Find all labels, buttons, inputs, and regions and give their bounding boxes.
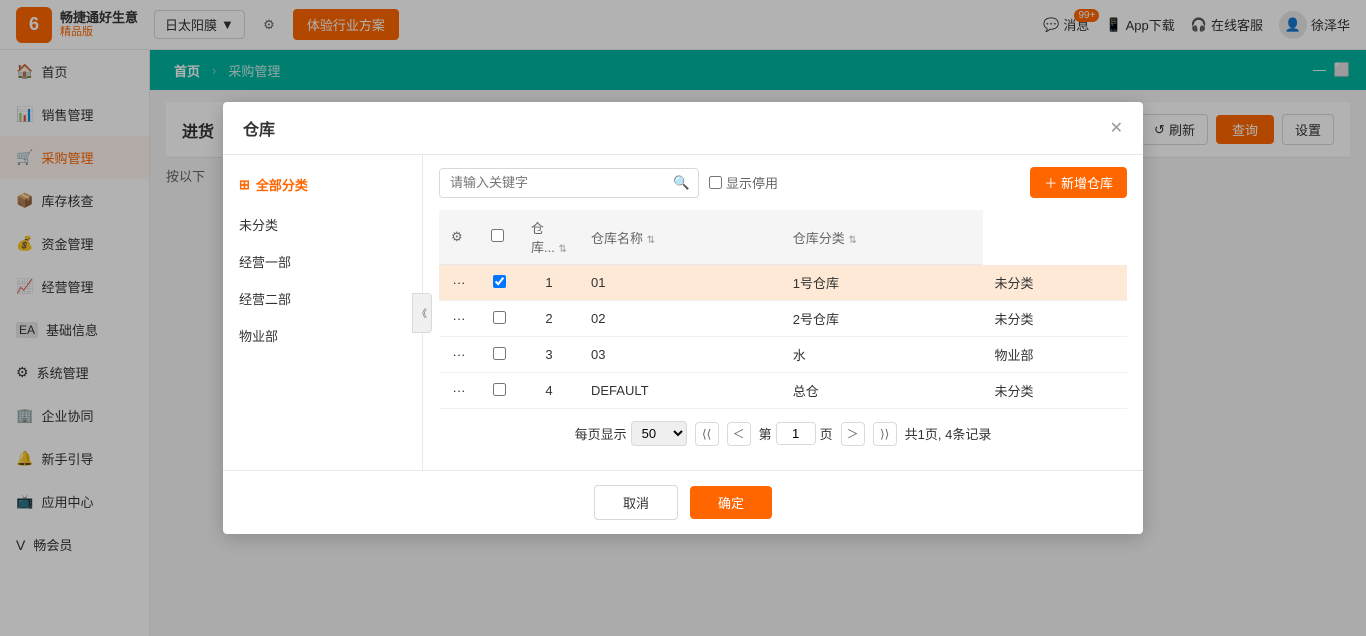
modal-title: 仓库 (243, 116, 275, 140)
right-panel: 🔍 显示停用 ＋ 新增仓库 ⚙ (423, 155, 1143, 470)
th-settings: ⚙ (439, 210, 479, 265)
page-size-dropdown[interactable]: 102050100 (631, 421, 687, 446)
row-num: 1 (519, 265, 579, 301)
row-category: 未分类 (983, 301, 1127, 337)
th-category[interactable]: 仓库分类 ⇅ (781, 210, 983, 265)
row-name: 水 (781, 337, 983, 373)
next-page-button[interactable]: ＞ (841, 422, 865, 446)
search-input[interactable] (440, 169, 665, 196)
warehouse-modal: 仓库 ✕ ⊞ 全部分类 未分类 经营一部 经营二部 物业部 《 (223, 102, 1143, 534)
category-item-op1[interactable]: 经营一部 (223, 243, 422, 280)
cancel-button[interactable]: 取消 (594, 485, 678, 520)
pagination: 每页显示 102050100 ⟨⟨ ＜ 第 页 ＞ ⟩⟩ 共1页, 4条记录 (439, 409, 1127, 458)
category-item-op2[interactable]: 经营二部 (223, 280, 422, 317)
modal-overlay: 仓库 ✕ ⊞ 全部分类 未分类 经营一部 经营二部 物业部 《 (0, 0, 1366, 636)
page-input: 第 页 (759, 422, 833, 445)
search-button[interactable]: 🔍 (665, 169, 698, 197)
row-options[interactable]: ··· (439, 301, 479, 337)
row-options[interactable]: ··· (439, 337, 479, 373)
row-category: 物业部 (983, 337, 1127, 373)
table-row[interactable]: ··· 3 03 水 物业部 (439, 337, 1127, 373)
page-size-select: 每页显示 102050100 (575, 421, 687, 446)
show-disabled-label[interactable]: 显示停用 (709, 173, 778, 192)
row-name: 1号仓库 (781, 265, 983, 301)
row-category: 未分类 (983, 265, 1127, 301)
new-warehouse-button[interactable]: ＋ 新增仓库 (1030, 167, 1127, 198)
modal-body: ⊞ 全部分类 未分类 经营一部 经营二部 物业部 《 🔍 (223, 155, 1143, 470)
row-category: 未分类 (983, 373, 1127, 409)
warehouse-table: ⚙ 仓库... ⇅ 仓库名称 ⇅ (439, 210, 1127, 409)
row-checkbox[interactable] (479, 301, 519, 337)
row-code: 02 (579, 301, 781, 337)
row-num: 3 (519, 337, 579, 373)
modal-close-button[interactable]: ✕ (1110, 118, 1123, 138)
th-checkbox (479, 210, 519, 265)
table-row[interactable]: ··· 2 02 2号仓库 未分类 (439, 301, 1127, 337)
th-name[interactable]: 仓库名称 ⇅ (579, 210, 781, 265)
search-box: 🔍 (439, 168, 699, 198)
row-code: DEFAULT (579, 373, 781, 409)
toolbar: 🔍 显示停用 ＋ 新增仓库 (439, 167, 1127, 198)
row-num: 4 (519, 373, 579, 409)
row-checkbox[interactable] (479, 265, 519, 301)
first-page-button[interactable]: ⟨⟨ (695, 422, 719, 446)
category-item-property[interactable]: 物业部 (223, 317, 422, 354)
table-row[interactable]: ··· 4 DEFAULT 总仓 未分类 (439, 373, 1127, 409)
table-scroll: ⚙ 仓库... ⇅ 仓库名称 ⇅ (439, 210, 1127, 409)
category-header: ⊞ 全部分类 (223, 167, 422, 206)
row-code: 03 (579, 337, 781, 373)
page-number-input[interactable] (776, 422, 816, 445)
show-disabled-checkbox[interactable] (709, 176, 722, 189)
row-name: 2号仓库 (781, 301, 983, 337)
grid-icon: ⊞ (239, 177, 250, 193)
collapse-panel-button[interactable]: 《 (412, 293, 432, 333)
row-checkbox[interactable] (479, 337, 519, 373)
category-panel: ⊞ 全部分类 未分类 经营一部 经营二部 物业部 《 (223, 155, 423, 470)
row-name: 总仓 (781, 373, 983, 409)
last-page-button[interactable]: ⟩⟩ (873, 422, 897, 446)
total-pages: 共1页, 4条记录 (905, 424, 992, 443)
modal-footer: 取消 确定 (223, 470, 1143, 534)
row-num: 2 (519, 301, 579, 337)
sort-icon-category: ⇅ (848, 235, 856, 246)
sort-icon: ⇅ (558, 244, 566, 255)
row-options[interactable]: ··· (439, 373, 479, 409)
select-all-checkbox[interactable] (491, 229, 504, 242)
sort-icon-name: ⇅ (647, 235, 655, 246)
row-checkbox[interactable] (479, 373, 519, 409)
row-code: 01 (579, 265, 781, 301)
modal-header: 仓库 ✕ (223, 102, 1143, 155)
category-item-unclassified[interactable]: 未分类 (223, 206, 422, 243)
confirm-button[interactable]: 确定 (690, 486, 772, 519)
table-row[interactable]: ··· 1 01 1号仓库 未分类 (439, 265, 1127, 301)
prev-page-button[interactable]: ＜ (727, 422, 751, 446)
row-options[interactable]: ··· (439, 265, 479, 301)
th-num[interactable]: 仓库... ⇅ (519, 210, 579, 265)
